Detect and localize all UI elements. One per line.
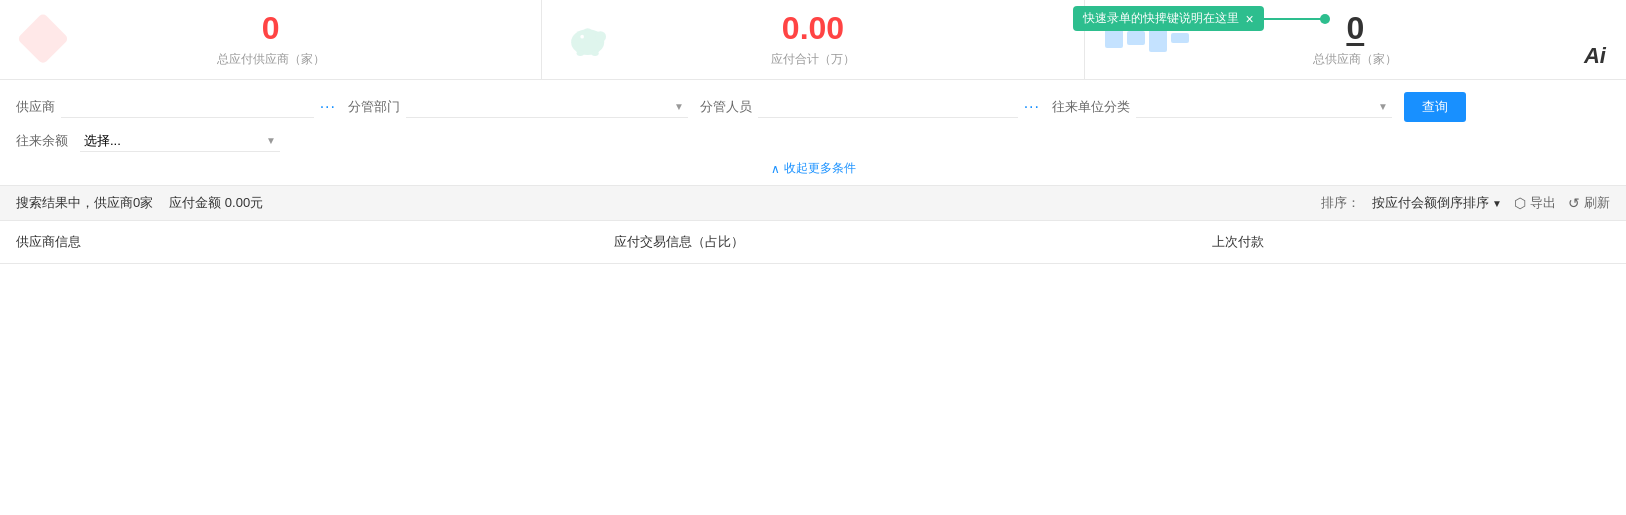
results-bar: 搜索结果中，供应商0家 应付金额 0.00元 排序： 按应付会额倒序排序 ▼ ⬡… (0, 186, 1626, 221)
table-body (0, 264, 1626, 515)
tooltip-dot (1320, 14, 1330, 24)
total-suppliers-label: 总供应商（家） (1313, 51, 1397, 68)
refresh-button[interactable]: ↺ 刷新 (1568, 194, 1610, 212)
svg-point-3 (595, 31, 606, 42)
unit-category-select-wrapper: ▼ (1136, 96, 1392, 118)
svg-text:¥: ¥ (40, 34, 46, 45)
piggy-icon (562, 11, 617, 69)
balance-select[interactable]: 选择... (80, 130, 280, 151)
supplier-input[interactable] (61, 96, 314, 118)
export-icon: ⬡ (1514, 195, 1526, 211)
payable-suppliers-number: 0 (262, 11, 280, 46)
results-right-area: 排序： 按应付会额倒序排序 ▼ ⬡ 导出 ↺ 刷新 (1321, 194, 1610, 212)
stats-bar: ¥ 0 总应付供应商（家） 0.00 应付合计（万） 快速录单的快捭 (0, 0, 1626, 80)
sort-value[interactable]: 按应付会额倒序排序 ▼ (1372, 194, 1502, 212)
sort-arrow-icon: ▼ (1492, 198, 1502, 209)
unit-category-label: 往来单位分类 (1052, 98, 1130, 116)
mini-boxes-icon (1105, 28, 1189, 52)
unit-category-select[interactable] (1136, 96, 1392, 117)
diamond-icon: ¥ (16, 11, 71, 69)
collapse-button[interactable]: ∧ 收起更多条件 (771, 160, 856, 177)
search-result-text: 搜索结果中，供应商0家 (16, 194, 153, 212)
supplier-label: 供应商 (16, 98, 55, 116)
balance-select-wrapper: 选择... ▼ (80, 130, 280, 152)
collapse-row: ∧ 收起更多条件 (16, 160, 1610, 177)
supplier-dots[interactable]: ··· (320, 98, 336, 116)
department-select-wrapper: ▼ (406, 96, 688, 118)
results-text-area: 搜索结果中，供应商0家 应付金额 0.00元 (16, 194, 263, 212)
department-label: 分管部门 (348, 98, 400, 116)
collapse-label: 收起更多条件 (784, 160, 856, 177)
person-filter: 分管人员 ··· (700, 96, 1040, 118)
export-label: 导出 (1530, 194, 1556, 212)
svg-point-5 (592, 50, 599, 56)
tooltip-close-icon[interactable]: × (1245, 12, 1253, 26)
table-header: 供应商信息 应付交易信息（占比） 上次付款 (0, 221, 1626, 264)
filter-bar: 供应商 ··· 分管部门 ▼ 分管人员 ··· 往来单位分类 (0, 80, 1626, 186)
svg-point-4 (577, 50, 584, 56)
stat-payable-total: 0.00 应付合计（万） 快速录单的快捭键说明在这里 × (542, 0, 1084, 79)
amount-text: 应付金额 0.00元 (169, 194, 263, 212)
col-header-last-payment: 上次付款 (1212, 233, 1611, 251)
refresh-label: 刷新 (1584, 194, 1610, 212)
sort-value-text: 按应付会额倒序排序 (1372, 194, 1489, 212)
svg-point-6 (581, 34, 585, 38)
payable-suppliers-label: 总应付供应商（家） (217, 51, 325, 68)
person-input[interactable] (758, 96, 1018, 118)
col-header-transaction: 应付交易信息（占比） (614, 233, 1212, 251)
person-label: 分管人员 (700, 98, 752, 116)
payable-total-label: 应付合计（万） (771, 51, 855, 68)
filter-row-1: 供应商 ··· 分管部门 ▼ 分管人员 ··· 往来单位分类 (16, 92, 1610, 122)
col-header-supplier: 供应商信息 (16, 233, 614, 251)
person-dots[interactable]: ··· (1024, 98, 1040, 116)
department-select[interactable] (406, 96, 688, 117)
shortcut-tooltip: 快速录单的快捭键说明在这里 × (1073, 6, 1263, 31)
department-filter: 分管部门 ▼ (348, 96, 688, 118)
balance-label: 往来余额 (16, 132, 68, 150)
stat-payable-suppliers: ¥ 0 总应付供应商（家） (0, 0, 542, 79)
collapse-up-icon: ∧ (771, 162, 780, 176)
query-button[interactable]: 查询 (1404, 92, 1466, 122)
sort-label: 排序： (1321, 194, 1360, 212)
payable-total-number: 0.00 (782, 11, 844, 46)
supplier-filter: 供应商 ··· (16, 96, 336, 118)
filter-row-2: 往来余额 选择... ▼ (16, 130, 336, 152)
export-button[interactable]: ⬡ 导出 (1514, 194, 1556, 212)
total-suppliers-number: 0 (1346, 11, 1364, 46)
tooltip-text: 快速录单的快捭键说明在这里 (1083, 10, 1239, 27)
ai-badge: Ai (1584, 43, 1606, 69)
refresh-icon: ↺ (1568, 195, 1580, 211)
unit-category-filter: 往来单位分类 ▼ (1052, 96, 1392, 118)
